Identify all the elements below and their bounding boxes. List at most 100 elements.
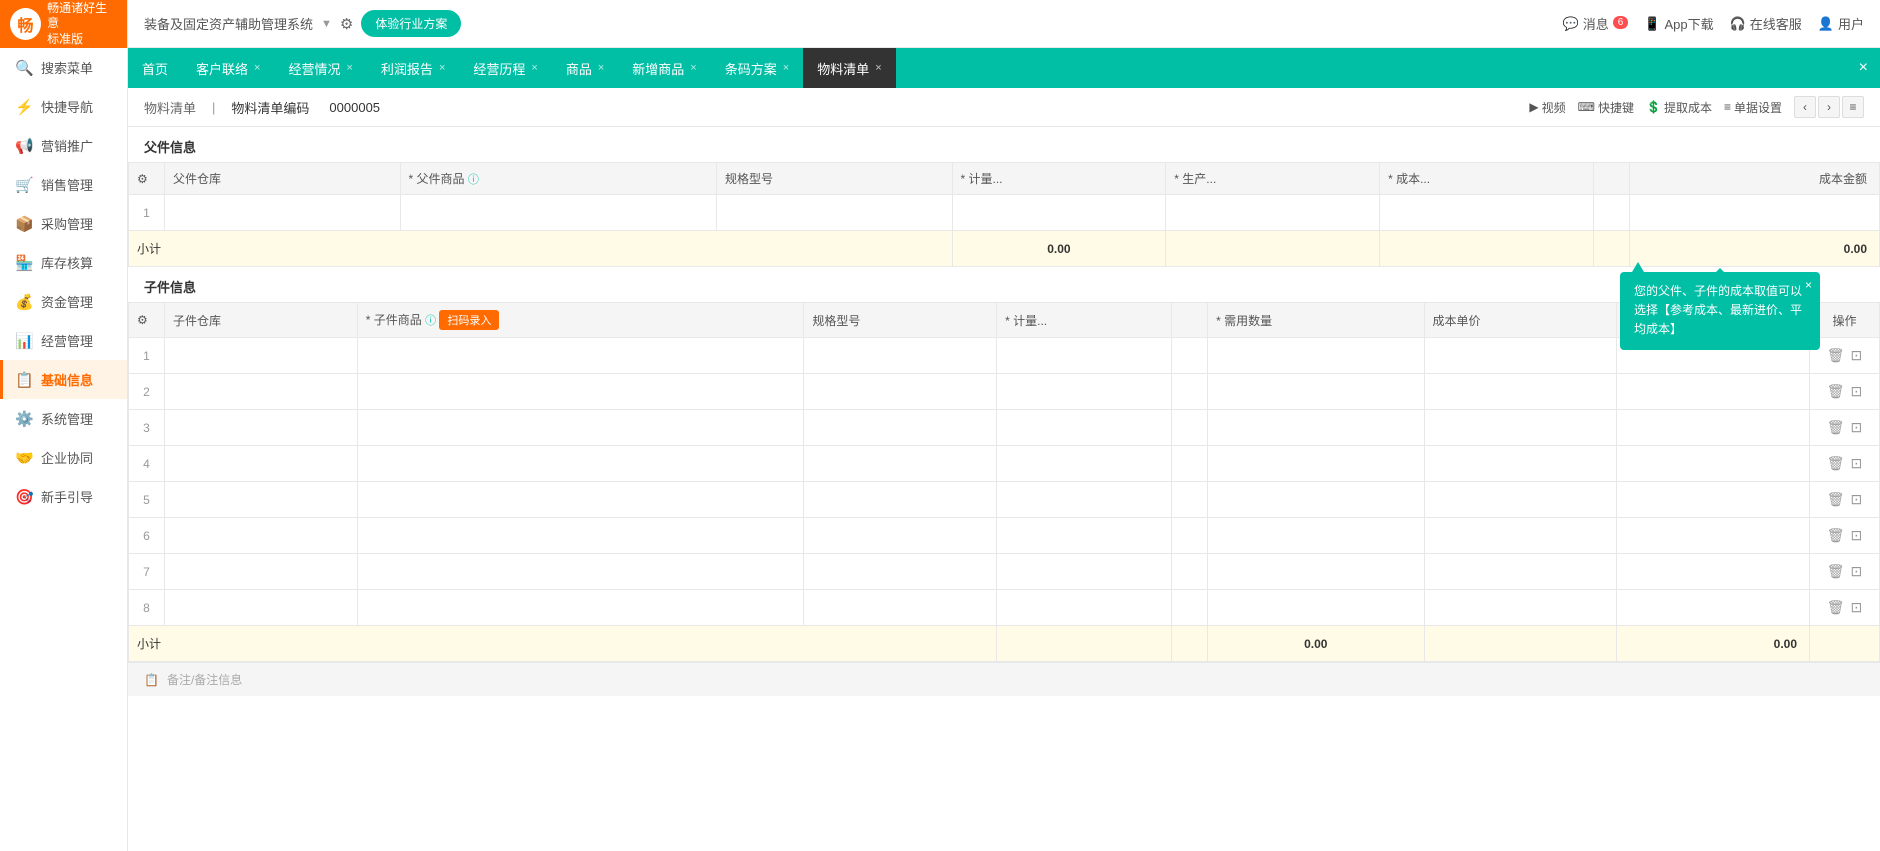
child-product-cell-5[interactable] bbox=[357, 482, 804, 518]
tab-goods[interactable]: 商品× bbox=[552, 48, 618, 88]
child-unit-price-cell-6[interactable] bbox=[1424, 518, 1617, 554]
delete-icon-row-4[interactable]: 🗑 bbox=[1827, 455, 1845, 472]
child-product-cell-3[interactable] bbox=[357, 410, 804, 446]
child-unit-cell-7[interactable] bbox=[997, 554, 1172, 590]
app-download-action[interactable]: 📱 App下载 bbox=[1644, 14, 1713, 33]
child-warehouse-cell-3[interactable] bbox=[165, 410, 358, 446]
tab-home[interactable]: 首页 bbox=[128, 48, 182, 88]
prev-btn[interactable]: ‹ bbox=[1794, 96, 1816, 118]
child-product-cell-6[interactable] bbox=[357, 518, 804, 554]
list-view-btn[interactable]: ≡ bbox=[1842, 96, 1864, 118]
child-product-cell-8[interactable] bbox=[357, 590, 804, 626]
child-unit-cell-1[interactable] bbox=[997, 338, 1172, 374]
shortcut-btn[interactable]: ⌨ 快捷键 bbox=[1578, 99, 1634, 116]
child-warehouse-cell-1[interactable] bbox=[165, 338, 358, 374]
child-qty-cell-3[interactable] bbox=[1208, 410, 1424, 446]
delete-icon-row-3[interactable]: 🗑 bbox=[1827, 419, 1845, 436]
child-unit-price-cell-3[interactable] bbox=[1424, 410, 1617, 446]
copy-icon-row-4[interactable]: ⊡ bbox=[1851, 455, 1863, 472]
child-unit-cell-8[interactable] bbox=[997, 590, 1172, 626]
sidebar-item-collab[interactable]: 🤝企业协同 bbox=[0, 438, 127, 477]
child-unit-price-cell-4[interactable] bbox=[1424, 446, 1617, 482]
close-all-tabs[interactable]: × bbox=[1847, 59, 1880, 77]
tab-bom[interactable]: 物料清单× bbox=[803, 48, 895, 88]
sidebar-item-system[interactable]: ⚙️系统管理 bbox=[0, 399, 127, 438]
tab-new-goods[interactable]: 新增商品× bbox=[618, 48, 710, 88]
chevron-down-icon[interactable]: ▼ bbox=[321, 18, 332, 30]
copy-icon-row-1[interactable]: ⊡ bbox=[1851, 347, 1863, 364]
gear-icon[interactable]: ⚙ bbox=[340, 15, 353, 33]
child-unit-cell-3[interactable] bbox=[997, 410, 1172, 446]
sidebar-item-marketing[interactable]: 📢营销推广 bbox=[0, 126, 127, 165]
parent-produce-cell[interactable] bbox=[1166, 195, 1380, 231]
parent-cost-cell[interactable] bbox=[1380, 195, 1594, 231]
parent-unit-cell[interactable] bbox=[952, 195, 1166, 231]
tab-customers[interactable]: 客户联络× bbox=[182, 48, 274, 88]
child-unit-price-cell-5[interactable] bbox=[1424, 482, 1617, 518]
child-product-cell-1[interactable] bbox=[357, 338, 804, 374]
copy-icon-row-5[interactable]: ⊡ bbox=[1851, 491, 1863, 508]
tab-profit[interactable]: 利润报告× bbox=[367, 48, 459, 88]
child-spec-cell-1[interactable] bbox=[804, 338, 997, 374]
delete-icon-row-1[interactable]: 🗑 bbox=[1827, 347, 1845, 364]
child-spec-cell-8[interactable] bbox=[804, 590, 997, 626]
child-unit-price-cell-7[interactable] bbox=[1424, 554, 1617, 590]
scan-button[interactable]: 扫码录入 bbox=[439, 310, 499, 330]
child-warehouse-cell-2[interactable] bbox=[165, 374, 358, 410]
message-action[interactable]: 💬 消息 6 bbox=[1563, 14, 1629, 33]
child-spec-cell-7[interactable] bbox=[804, 554, 997, 590]
sidebar-item-basic[interactable]: 📋基础信息 bbox=[0, 360, 127, 399]
sidebar-item-sales[interactable]: 🛒销售管理 bbox=[0, 165, 127, 204]
copy-icon-row-7[interactable]: ⊡ bbox=[1851, 563, 1863, 580]
child-warehouse-cell-7[interactable] bbox=[165, 554, 358, 590]
sidebar-item-operation[interactable]: 📊经营管理 bbox=[0, 321, 127, 360]
delete-icon-row-5[interactable]: 🗑 bbox=[1827, 491, 1845, 508]
child-spec-cell-6[interactable] bbox=[804, 518, 997, 554]
doc-settings-btn[interactable]: ≡ 单据设置 bbox=[1724, 99, 1782, 116]
sidebar-item-search[interactable]: 🔍搜索菜单 bbox=[0, 48, 127, 87]
delete-icon-row-6[interactable]: 🗑 bbox=[1827, 527, 1845, 544]
tab-close-customers[interactable]: × bbox=[254, 62, 260, 74]
copy-icon-row-6[interactable]: ⊡ bbox=[1851, 527, 1863, 544]
next-btn[interactable]: › bbox=[1818, 96, 1840, 118]
copy-icon-row-2[interactable]: ⊡ bbox=[1851, 383, 1863, 400]
child-spec-cell-3[interactable] bbox=[804, 410, 997, 446]
parent-product-cell[interactable] bbox=[400, 195, 716, 231]
child-warehouse-cell-8[interactable] bbox=[165, 590, 358, 626]
child-spec-cell-4[interactable] bbox=[804, 446, 997, 482]
parent-col-settings[interactable]: ⚙ bbox=[129, 163, 165, 195]
child-spec-cell-5[interactable] bbox=[804, 482, 997, 518]
child-warehouse-cell-6[interactable] bbox=[165, 518, 358, 554]
extract-cost-btn[interactable]: 💲 提取成本 bbox=[1646, 99, 1712, 116]
sidebar-item-purchase[interactable]: 📦采购管理 bbox=[0, 204, 127, 243]
tab-barcode[interactable]: 条码方案× bbox=[711, 48, 803, 88]
tab-history[interactable]: 经营历程× bbox=[459, 48, 551, 88]
delete-icon-row-2[interactable]: 🗑 bbox=[1827, 383, 1845, 400]
child-unit-cell-2[interactable] bbox=[997, 374, 1172, 410]
tab-close-barcode[interactable]: × bbox=[783, 62, 789, 74]
sidebar-item-quick-nav[interactable]: ⚡快捷导航 bbox=[0, 87, 127, 126]
child-qty-cell-8[interactable] bbox=[1208, 590, 1424, 626]
trial-button[interactable]: 体验行业方案 bbox=[361, 10, 461, 37]
user-action[interactable]: 👤 用户 bbox=[1818, 14, 1864, 33]
breadcrumb-bom[interactable]: 物料清单 bbox=[144, 98, 196, 117]
child-spec-cell-2[interactable] bbox=[804, 374, 997, 410]
parent-warehouse-cell[interactable] bbox=[165, 195, 401, 231]
child-qty-cell-7[interactable] bbox=[1208, 554, 1424, 590]
tab-close-profit[interactable]: × bbox=[439, 62, 445, 74]
sidebar-item-inventory[interactable]: 🏪库存核算 bbox=[0, 243, 127, 282]
tooltip-close-btn[interactable]: × bbox=[1805, 276, 1812, 295]
tab-close-operations[interactable]: × bbox=[346, 62, 352, 74]
child-unit-cell-5[interactable] bbox=[997, 482, 1172, 518]
sidebar-item-guide[interactable]: 🎯新手引导 bbox=[0, 477, 127, 516]
tab-operations[interactable]: 经营情况× bbox=[274, 48, 366, 88]
child-qty-cell-2[interactable] bbox=[1208, 374, 1424, 410]
child-unit-price-cell-2[interactable] bbox=[1424, 374, 1617, 410]
child-product-cell-4[interactable] bbox=[357, 446, 804, 482]
child-unit-price-cell-8[interactable] bbox=[1424, 590, 1617, 626]
online-support-action[interactable]: 🎧 在线客服 bbox=[1730, 14, 1802, 33]
child-unit-cell-6[interactable] bbox=[997, 518, 1172, 554]
copy-icon-row-3[interactable]: ⊡ bbox=[1851, 419, 1863, 436]
child-qty-cell-4[interactable] bbox=[1208, 446, 1424, 482]
child-col-settings[interactable]: ⚙ bbox=[129, 303, 165, 338]
